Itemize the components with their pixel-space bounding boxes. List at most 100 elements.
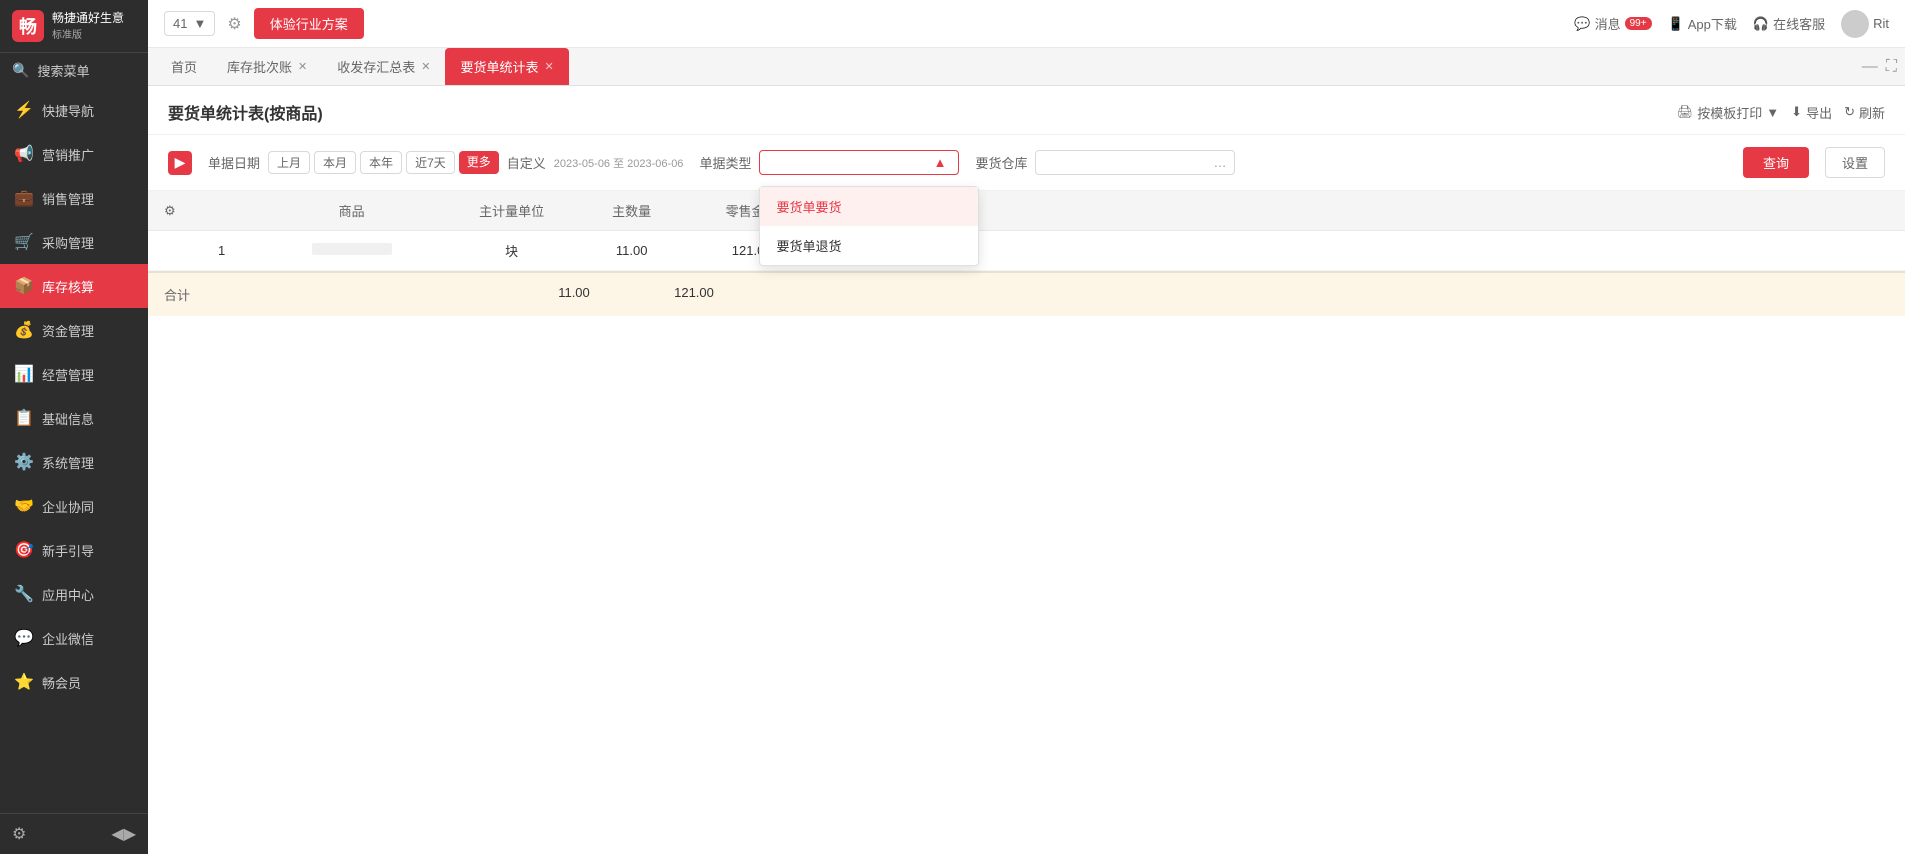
- row-qty: 11.00: [572, 231, 692, 271]
- dropdown-item-order-return[interactable]: 要货单退货: [760, 226, 978, 265]
- sidebar-bottom: ⚙ ◀▶: [0, 813, 148, 854]
- wechat-icon: 💬: [14, 628, 34, 648]
- table-body: 1 块 11.00 121.00: [148, 231, 1905, 271]
- logo-icon: 畅: [12, 10, 44, 42]
- messages-button[interactable]: 💬 消息 99+: [1574, 14, 1651, 33]
- date-btn-last-month[interactable]: 上月: [268, 151, 310, 174]
- sidebar-logo: 畅 畅捷通好生意 标准版: [0, 0, 148, 53]
- sidebar-item-app-center[interactable]: 🔧 应用中心: [0, 572, 148, 616]
- tab-home[interactable]: 首页: [156, 48, 212, 85]
- table-container: ⚙ 商品 主计量单位 主数量 零售金额 1: [148, 191, 1905, 271]
- tab-order-stats[interactable]: 要货单统计表 ✕: [445, 48, 568, 85]
- type-filter-group: 单据类型 ▲ 要货单要货 要货单退货: [699, 150, 959, 175]
- table-header: ⚙ 商品 主计量单位 主数量 零售金额: [148, 191, 1905, 231]
- app-download-button[interactable]: 📱 App下载: [1668, 14, 1737, 33]
- sidebar-item-marketing[interactable]: 📢 营销推广: [0, 132, 148, 176]
- print-button[interactable]: 🖨 按模板打印 ▼: [1677, 103, 1779, 122]
- branch-selector[interactable]: 41 ▼: [164, 11, 215, 36]
- date-filter-group: 单据日期 上月 本月 本年 近7天 更多 自定义 2023-05-06 至 20…: [208, 151, 683, 174]
- sales-icon: 💼: [14, 188, 34, 208]
- logo-text: 畅捷通好生意 标准版: [52, 11, 124, 42]
- row-unit: 块: [452, 231, 572, 271]
- topbar-right: 💬 消息 99+ 📱 App下载 🎧 在线客服 Rit: [1574, 10, 1889, 38]
- dropdown-item-order-goods[interactable]: 要货单要货: [760, 187, 978, 226]
- app-center-icon: 🔧: [14, 584, 34, 604]
- sidebar-item-sales[interactable]: 💼 销售管理: [0, 176, 148, 220]
- type-select-wrapper: ▲ 要货单要货 要货单退货: [759, 150, 959, 175]
- query-button[interactable]: 查询: [1743, 147, 1809, 178]
- col-qty: 主数量: [572, 191, 692, 231]
- export-icon: ⬇: [1791, 104, 1802, 120]
- user-avatar[interactable]: Rit: [1841, 10, 1889, 38]
- warehouse-select[interactable]: …: [1035, 150, 1235, 175]
- tab-minimize-icon[interactable]: —: [1862, 58, 1878, 76]
- tab-close-order-stats[interactable]: ✕: [545, 60, 554, 73]
- footer-amount: 121.00: [634, 285, 754, 304]
- footer-qty: 11.00: [514, 285, 634, 304]
- warehouse-filter-group: 要货仓库 …: [975, 150, 1235, 175]
- row-settings: [148, 231, 192, 271]
- sidebar-item-purchase[interactable]: 🛒 采购管理: [0, 220, 148, 264]
- chevron-down-icon: ▼: [193, 16, 206, 31]
- date-custom-button[interactable]: 自定义: [507, 153, 546, 172]
- avatar-image: [1841, 10, 1869, 38]
- settings-bottom-icon[interactable]: ⚙: [12, 824, 26, 844]
- inventory-icon: 📦: [14, 276, 34, 296]
- sidebar-item-enterprise[interactable]: 🤝 企业协同: [0, 484, 148, 528]
- sidebar-item-system[interactable]: ⚙️ 系统管理: [0, 440, 148, 484]
- page-actions: 🖨 按模板打印 ▼ ⬇ 导出 ↻ 刷新: [1677, 103, 1885, 122]
- col-unit: 主计量单位: [452, 191, 572, 231]
- enterprise-icon: 🤝: [14, 496, 34, 516]
- quick-nav-icon: ⚡: [14, 100, 34, 120]
- page-header: 要货单统计表(按商品) 🖨 按模板打印 ▼ ⬇ 导出 ↻ 刷新: [148, 86, 1905, 135]
- chevron-up-icon: ▲: [934, 155, 947, 170]
- tab-maximize-icon[interactable]: ⛶: [1886, 58, 1897, 76]
- type-dropdown: 要货单要货 要货单退货: [759, 186, 979, 266]
- sidebar-item-inventory[interactable]: 📦 库存核算: [0, 264, 148, 308]
- basic-info-icon: 📋: [14, 408, 34, 428]
- date-btn-this-month[interactable]: 本月: [314, 151, 356, 174]
- main-content: 41 ▼ ⚙ 体验行业方案 💬 消息 99+ 📱 App下载 🎧 在线客服: [148, 0, 1905, 854]
- date-more-button[interactable]: 更多: [459, 151, 499, 174]
- sidebar-item-newbie[interactable]: 🎯 新手引导: [0, 528, 148, 572]
- search-icon: 🔍: [12, 62, 29, 79]
- row-no: 1: [192, 231, 252, 271]
- tab-close-receive-summary[interactable]: ✕: [421, 60, 430, 73]
- member-icon: ⭐: [14, 672, 34, 692]
- col-no: [192, 191, 252, 231]
- search-menu[interactable]: 🔍 搜索菜单: [0, 53, 148, 88]
- phone-icon: 📱: [1668, 16, 1684, 32]
- online-service-button[interactable]: 🎧 在线客服: [1753, 14, 1825, 33]
- operations-icon: 📊: [14, 364, 34, 384]
- sidebar-item-operations[interactable]: 📊 经营管理: [0, 352, 148, 396]
- sidebar-item-wechat[interactable]: 💬 企业微信: [0, 616, 148, 660]
- sidebar-item-quick-nav[interactable]: ⚡ 快捷导航: [0, 88, 148, 132]
- date-preset-buttons: 上月 本月 本年 近7天 更多: [268, 151, 499, 174]
- purchase-icon: 🛒: [14, 232, 34, 252]
- filter-expand-button[interactable]: ▶: [168, 151, 192, 175]
- tab-inventory-batch[interactable]: 库存批次账 ✕: [212, 48, 322, 85]
- col-product: 商品: [252, 191, 452, 231]
- refresh-button[interactable]: ↻ 刷新: [1844, 103, 1885, 122]
- date-btn-last-7days[interactable]: 近7天: [406, 151, 455, 174]
- tab-receive-summary[interactable]: 收发存汇总表 ✕: [322, 48, 445, 85]
- tab-close-inventory-batch[interactable]: ✕: [298, 60, 307, 73]
- system-icon: ⚙️: [14, 452, 34, 472]
- sidebar-item-member[interactable]: ⭐ 畅会员: [0, 660, 148, 704]
- print-chevron-icon: ▼: [1766, 105, 1779, 120]
- export-button[interactable]: ⬇ 导出: [1791, 103, 1832, 122]
- topbar-gear-icon[interactable]: ⚙: [227, 14, 241, 34]
- sidebar-item-basic-info[interactable]: 📋 基础信息: [0, 396, 148, 440]
- collapse-icon[interactable]: ◀▶: [111, 824, 136, 844]
- product-placeholder: [312, 243, 392, 255]
- date-btn-this-year[interactable]: 本年: [360, 151, 402, 174]
- topbar-left: 41 ▼ ⚙ 体验行业方案: [164, 8, 364, 39]
- tabs-bar: 首页 库存批次账 ✕ 收发存汇总表 ✕ 要货单统计表 ✕ — ⛶: [148, 48, 1905, 86]
- trial-button[interactable]: 体验行业方案: [254, 8, 364, 39]
- sidebar-item-finance[interactable]: 💰 资金管理: [0, 308, 148, 352]
- settings-button[interactable]: 设置: [1825, 147, 1885, 178]
- date-range-display: 2023-05-06 至 2023-06-06: [554, 155, 684, 171]
- page-content: 要货单统计表(按商品) 🖨 按模板打印 ▼ ⬇ 导出 ↻ 刷新 ▶: [148, 86, 1905, 854]
- col-settings[interactable]: ⚙: [148, 191, 192, 231]
- type-select[interactable]: ▲: [759, 150, 959, 175]
